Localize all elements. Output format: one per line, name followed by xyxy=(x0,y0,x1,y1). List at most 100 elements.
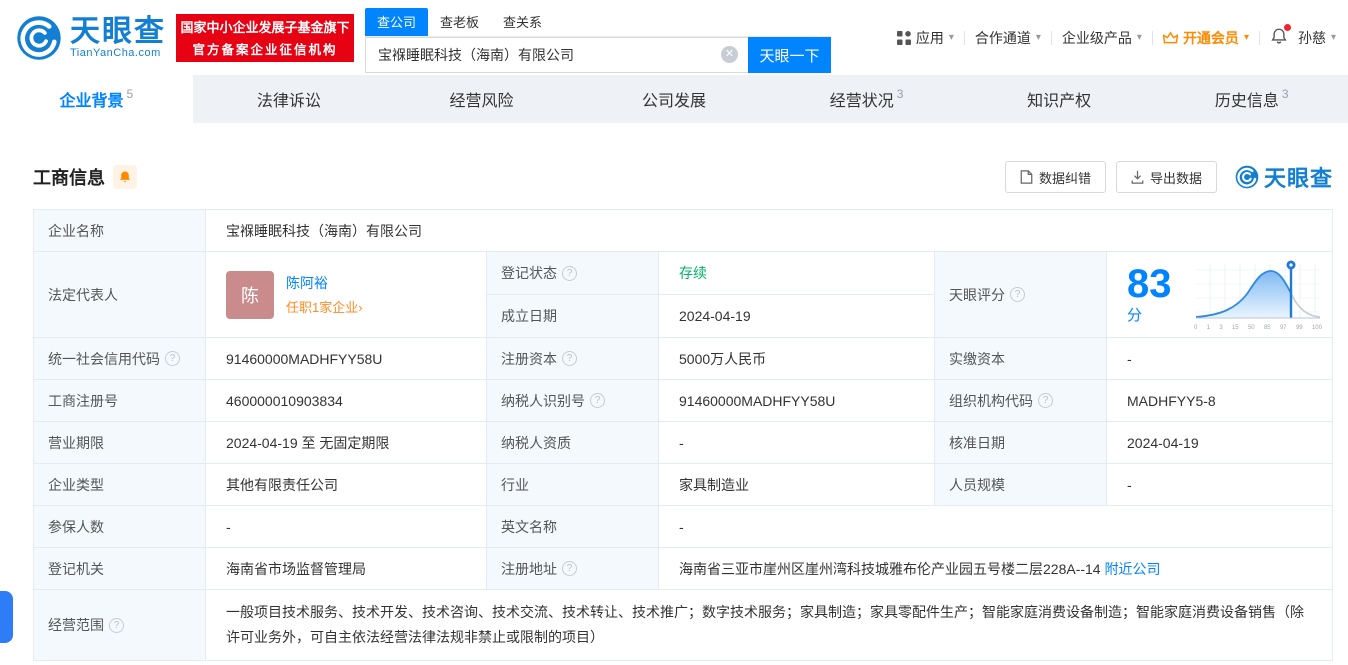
reg-address-value: 海南省三亚市崖州区崖州湾科技城雅布伦产业园五号楼二层228A--14 附近公司 xyxy=(659,548,1332,590)
table-row: 营业期限 2024-04-19 至 无固定期限 纳税人资质 - 核准日期 202… xyxy=(34,422,1332,464)
help-icon[interactable]: ? xyxy=(562,351,577,366)
score-unit: 分 xyxy=(1127,307,1143,324)
help-icon[interactable]: ? xyxy=(562,265,577,281)
logo-title: 天眼查 xyxy=(70,14,166,48)
reg-number-label: 工商注册号 xyxy=(34,380,206,422)
taxpayer-quality-value: - xyxy=(659,422,935,464)
company-name-value: 宝褓睡眠科技（海南）有限公司 xyxy=(206,210,1332,252)
document-icon xyxy=(1020,170,1033,184)
tab-history-info[interactable]: 历史信息 3 xyxy=(1155,75,1348,123)
insured-count-value: - xyxy=(206,506,487,548)
tab-label: 企业背景 xyxy=(59,93,124,110)
nav-cooperation[interactable]: 合作通道 ▾ xyxy=(975,28,1041,48)
staff-size-label: 人员规模 xyxy=(935,464,1107,506)
nav-vip-label: 开通会员 xyxy=(1182,29,1239,46)
reg-address-label: 注册地址 ? xyxy=(487,548,659,590)
staff-size-value: - xyxy=(1107,464,1332,506)
nav-vip-upgrade[interactable]: 开通会员 ▾ xyxy=(1162,28,1249,48)
table-row: 登记机关 海南省市场监督管理局 注册地址 ? 海南省三亚市崖州区崖州湾科技城雅布… xyxy=(34,548,1332,590)
nav-cooperation-label: 合作通道 xyxy=(974,29,1031,46)
nav-divider xyxy=(1258,30,1260,45)
caret-down-icon: ▾ xyxy=(1136,32,1142,43)
export-data-label: 导出数据 xyxy=(1149,170,1202,186)
table-row: 企业类型 其他有限责任公司 行业 家具制造业 人员规模 - xyxy=(34,464,1332,506)
search-tabs: 查公司 查老板 查关系 xyxy=(365,8,831,37)
legal-rep-label: 法定代表人 xyxy=(34,252,206,338)
help-icon[interactable]: ? xyxy=(1038,393,1053,408)
nav-divider xyxy=(963,30,965,45)
reg-authority-label: 登记机关 xyxy=(34,548,206,590)
floating-widget-tab[interactable] xyxy=(0,591,13,643)
table-row: 参保人数 - 英文名称 - xyxy=(34,506,1332,548)
caret-down-icon: ▾ xyxy=(948,32,954,43)
score-number: 83 xyxy=(1127,262,1172,306)
tab-label: 经营状况 xyxy=(829,93,894,110)
search-tab-relation[interactable]: 查关系 xyxy=(491,8,554,36)
nearby-companies-link[interactable]: 附近公司 xyxy=(1104,559,1160,579)
company-section-tabs: 企业背景 5 法律诉讼 经营风险 公司发展 经营状况 3 知识产权 历史信息 3 xyxy=(0,75,1348,123)
industry-value: 家具制造业 xyxy=(659,464,935,506)
nav-enterprise-products[interactable]: 企业级产品 ▾ xyxy=(1062,28,1142,48)
data-correction-button[interactable]: 数据纠错 xyxy=(1004,161,1106,193)
logo-subtitle: TianYanCha.com xyxy=(70,46,161,59)
notifications-bell[interactable] xyxy=(1270,24,1291,48)
tab-label: 公司发展 xyxy=(642,93,707,110)
help-icon[interactable]: ? xyxy=(109,617,124,633)
tab-operating-status[interactable]: 经营状况 3 xyxy=(770,75,963,123)
business-info-table: 企业名称 宝褓睡眠科技（海南）有限公司 法定代表人 陈 陈阿裕 任职1家企业› … xyxy=(33,209,1333,662)
apps-grid-icon xyxy=(896,30,911,45)
notification-red-dot xyxy=(1283,24,1291,31)
org-code-label: 组织机构代码 ? xyxy=(935,380,1107,422)
legal-rep-avatar[interactable]: 陈 xyxy=(226,270,274,319)
company-type-label: 企业类型 xyxy=(34,464,206,506)
english-name-value: - xyxy=(659,506,1332,548)
tab-label: 知识产权 xyxy=(1027,93,1092,110)
help-icon[interactable]: ? xyxy=(562,561,577,576)
tab-operational-risk[interactable]: 经营风险 xyxy=(385,75,578,123)
download-icon xyxy=(1131,170,1144,184)
table-row: 工商注册号 460000010903834 纳税人识别号 ? 91460000M… xyxy=(34,380,1332,422)
establish-date-label: 成立日期 xyxy=(487,295,659,338)
help-icon[interactable]: ? xyxy=(1010,287,1025,302)
export-data-button[interactable]: 导出数据 xyxy=(1115,161,1217,193)
search-tab-boss[interactable]: 查老板 xyxy=(428,8,491,36)
logo-swirl-icon xyxy=(1235,165,1259,189)
credit-code-label: 统一社会信用代码 ? xyxy=(34,338,206,380)
tab-company-background[interactable]: 企业背景 5 xyxy=(0,75,193,123)
establish-date-value: 2024-04-19 xyxy=(659,295,935,338)
score-label: 天眼评分 ? xyxy=(935,252,1107,338)
credit-code-value: 91460000MADHFYY58U xyxy=(206,338,487,380)
tianyancha-logo[interactable]: 天眼查 TianYanCha.com xyxy=(16,15,166,61)
org-code-value: MADHFYY5-8 xyxy=(1107,380,1332,422)
clear-search-icon[interactable]: ✕ xyxy=(721,46,738,63)
business-term-value: 2024-04-19 至 无固定期限 xyxy=(206,422,487,464)
tab-label: 历史信息 xyxy=(1214,93,1279,110)
section-title: 工商信息 xyxy=(33,168,105,188)
tab-label: 法律诉讼 xyxy=(256,93,321,110)
business-scope-value: 一般项目技术服务、技术开发、技术咨询、技术交流、技术转让、技术推广；数字技术服务… xyxy=(206,590,1332,662)
tab-company-development[interactable]: 公司发展 xyxy=(578,75,771,123)
legal-rep-name-link[interactable]: 陈阿裕 xyxy=(286,273,363,293)
help-icon[interactable]: ? xyxy=(165,351,180,366)
taxpayer-id-value: 91460000MADHFYY58U xyxy=(659,380,935,422)
tab-legal-proceedings[interactable]: 法律诉讼 xyxy=(193,75,386,123)
tab-intellectual-property[interactable]: 知识产权 xyxy=(963,75,1156,123)
subscribe-bell-button[interactable] xyxy=(113,165,137,189)
nav-apps[interactable]: 应用 ▾ xyxy=(896,28,954,48)
reg-capital-value: 5000万人民币 xyxy=(659,338,935,380)
top-nav: 应用 ▾ 合作通道 ▾ 企业级产品 ▾ 开通会员 ▾ 孙慈 ▾ xyxy=(896,0,1336,75)
english-name-label: 英文名称 xyxy=(487,506,659,548)
nav-enterprise-label: 企业级产品 xyxy=(1061,29,1132,46)
search-tab-company[interactable]: 查公司 xyxy=(365,8,429,36)
tab-count: 3 xyxy=(1281,87,1289,101)
search-input[interactable] xyxy=(365,37,748,73)
help-icon[interactable]: ? xyxy=(590,393,605,408)
nav-user[interactable]: 孙慈 ▾ xyxy=(1298,28,1336,48)
search-button[interactable]: 天眼一下 xyxy=(748,37,831,73)
taxpayer-id-label: 纳税人识别号 ? xyxy=(487,380,659,422)
legal-rep-companies-link[interactable]: 任职1家企业› xyxy=(286,297,363,316)
logo-swirl-icon xyxy=(16,15,62,61)
business-scope-label: 经营范围 ? xyxy=(34,590,206,662)
score-value-cell[interactable]: 83分 0 1 3 15 50 85 97 99 100 xyxy=(1107,252,1332,338)
main-content: 工商信息 数据纠错 导出数据 天眼查 企业名称 宝褓睡眠科技（海南）有限公司 法… xyxy=(0,161,1348,662)
